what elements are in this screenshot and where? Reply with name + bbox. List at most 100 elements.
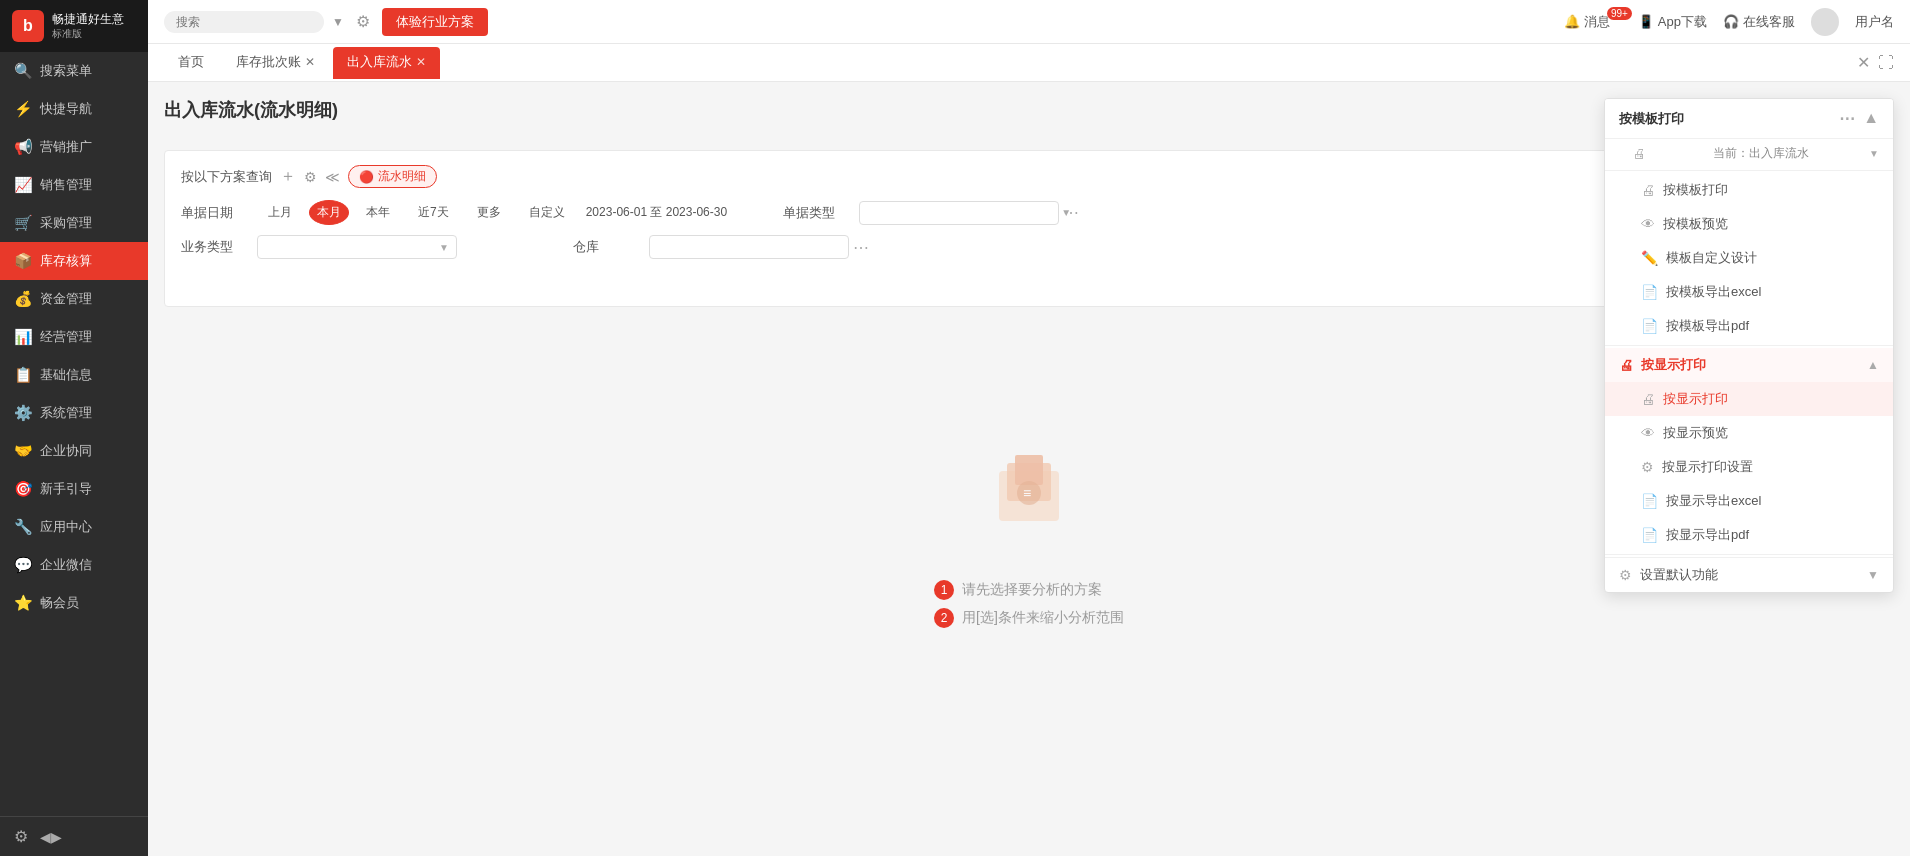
date-prev-month-button[interactable]: 上月 — [257, 200, 303, 225]
date-7days-button[interactable]: 近7天 — [407, 200, 460, 225]
online-service-button[interactable]: 🎧 在线客服 — [1723, 13, 1795, 31]
date-current-month-button[interactable]: 本月 — [309, 200, 349, 225]
sidebar-item-guide[interactable]: 🎯 新手引导 — [0, 470, 148, 508]
topbar-right: 🔔 消息 99+ 📱 App下载 🎧 在线客服 用户名 — [1564, 8, 1894, 36]
search-dropdown-icon[interactable]: ▼ — [332, 15, 344, 29]
tabbar-expand-icon[interactable]: ⛶ — [1878, 54, 1894, 72]
dropdown-item-display-print[interactable]: 🖨 按显示打印 — [1605, 382, 1893, 416]
dropdown-item-template-custom[interactable]: ✏️ 模板自定义设计 — [1605, 241, 1893, 275]
tabbar-close-all-icon[interactable]: ✕ — [1857, 53, 1870, 72]
dropdown-item-template-preview[interactable]: 👁 按模板预览 — [1605, 207, 1893, 241]
filter-doc-type-select[interactable] — [859, 201, 1059, 225]
page-content: 出入库流水(流水明细) 🖨 按模板打印 ▲ | 📤 导出 | 🔄 — [148, 82, 1910, 856]
divider-1 — [1605, 170, 1893, 171]
sidebar-nav: 🔍 搜索菜单 ⚡ 快捷导航 📢 营销推广 📈 销售管理 🛒 采购管理 📦 库存核… — [0, 52, 148, 816]
sidebar-item-system[interactable]: ⚙️ 系统管理 — [0, 394, 148, 432]
dropdown-item-template-excel[interactable]: 📄 按模板导出excel — [1605, 275, 1893, 309]
sidebar-item-member[interactable]: ⭐ 畅会员 — [0, 584, 148, 622]
dropdown-footer-item[interactable]: ⚙ 设置默认功能 ▼ — [1605, 557, 1893, 592]
dropdown-display-section-header[interactable]: 🖨 按显示打印 ▲ — [1605, 348, 1893, 382]
doc-type-more-icon[interactable]: ⋯ — [1063, 203, 1079, 222]
app-download-button[interactable]: 📱 App下载 — [1638, 13, 1707, 31]
topbar: ▼ ⚙ 体验行业方案 🔔 消息 99+ 📱 App下载 🎧 在线客服 用户名 — [148, 0, 1910, 44]
filter-add-button[interactable]: ＋ — [280, 166, 296, 187]
sidebar-item-quick-nav[interactable]: ⚡ 快捷导航 — [0, 90, 148, 128]
page-title: 出入库流水(流水明细) — [164, 98, 338, 122]
display-section-arrow: ▲ — [1867, 358, 1879, 372]
message-button[interactable]: 🔔 消息 99+ — [1564, 13, 1622, 31]
filter-settings-icon[interactable]: ⚙ — [304, 169, 317, 185]
topbar-settings-icon[interactable]: ⚙ — [356, 12, 370, 31]
empty-step-1: 1 请先选择要分析的方案 — [934, 580, 1124, 600]
dropdown-item-display-pdf[interactable]: 📄 按显示导出pdf — [1605, 518, 1893, 552]
marketing-icon: 📢 — [14, 138, 32, 156]
tab-home[interactable]: 首页 — [164, 47, 218, 79]
dropdown-close-icon[interactable]: ▲ — [1863, 109, 1879, 128]
dropdown-more-icon[interactable]: ⋯ — [1839, 109, 1855, 128]
tab-flow[interactable]: 出入库流水 ✕ — [333, 47, 440, 79]
sidebar-settings-icon[interactable]: ⚙ — [14, 827, 28, 846]
step-1-num: 1 — [934, 580, 954, 600]
sidebar-item-apps[interactable]: 🔧 应用中心 — [0, 508, 148, 546]
tab-batch-label: 库存批次账 — [236, 54, 301, 69]
sidebar-collapse-icon[interactable]: ◀▶ — [40, 829, 62, 845]
dropdown-item-display-preview[interactable]: 👁 按显示预览 — [1605, 416, 1893, 450]
filter-warehouse-select[interactable] — [649, 235, 849, 259]
template-pdf-label: 按模板导出pdf — [1666, 317, 1749, 335]
sidebar-item-sales[interactable]: 📈 销售管理 — [0, 166, 148, 204]
date-custom-button[interactable]: 自定义 — [518, 200, 576, 225]
filter-date-label: 单据日期 — [181, 204, 241, 222]
industry-solution-button[interactable]: 体验行业方案 — [382, 8, 488, 36]
step-1-text: 请先选择要分析的方案 — [962, 581, 1102, 599]
date-more-button[interactable]: 更多 — [466, 200, 512, 225]
wechat-icon: 💬 — [14, 556, 32, 574]
user-avatar[interactable] — [1811, 8, 1839, 36]
sidebar-item-operations[interactable]: 📊 经营管理 — [0, 318, 148, 356]
sidebar-item-wechat[interactable]: 💬 企业微信 — [0, 546, 148, 584]
member-icon: ⭐ — [14, 594, 32, 612]
footer-arrow: ▼ — [1867, 568, 1879, 582]
dropdown-item-display-settings[interactable]: ⚙ 按显示打印设置 — [1605, 450, 1893, 484]
sales-icon: 📈 — [14, 176, 32, 194]
display-section-icon: 🖨 — [1619, 357, 1633, 373]
dropdown-item-display-excel[interactable]: 📄 按显示导出excel — [1605, 484, 1893, 518]
search-input[interactable] — [164, 11, 324, 33]
sidebar-item-finance[interactable]: 💰 资金管理 — [0, 280, 148, 318]
date-year-button[interactable]: 本年 — [355, 200, 401, 225]
dropdown-current-section[interactable]: 🖨 当前：出入库流水 ▼ — [1605, 139, 1893, 168]
dropdown-item-template-pdf[interactable]: 📄 按模板导出pdf — [1605, 309, 1893, 343]
template-pdf-icon: 📄 — [1641, 318, 1658, 334]
display-excel-icon: 📄 — [1641, 493, 1658, 509]
svg-text:≡: ≡ — [1023, 485, 1031, 501]
dropdown-item-template-print[interactable]: 🖨 按模板打印 — [1605, 173, 1893, 207]
tabbar: 首页 库存批次账 ✕ 出入库流水 ✕ ✕ ⛶ — [148, 44, 1910, 82]
filter-collapse-icon[interactable]: ≪ — [325, 169, 340, 185]
sidebar-item-search[interactable]: 🔍 搜索菜单 — [0, 52, 148, 90]
divider-2 — [1605, 345, 1893, 346]
sidebar-item-purchase[interactable]: 🛒 采购管理 — [0, 204, 148, 242]
filter-tag-dot-icon: 🔴 — [359, 170, 374, 184]
filter-warehouse-wrap: ⋯ — [649, 235, 869, 259]
filter-business-select[interactable] — [257, 235, 457, 259]
warehouse-more-icon[interactable]: ⋯ — [853, 238, 869, 257]
basic-icon: 📋 — [14, 366, 32, 384]
template-print-label: 按模板打印 — [1663, 181, 1728, 199]
tab-flow-label: 出入库流水 — [347, 53, 412, 71]
sidebar-item-collab[interactable]: 🤝 企业协同 — [0, 432, 148, 470]
filter-date-range: 2023-06-01 至 2023-06-30 — [586, 204, 727, 221]
tab-flow-close-icon[interactable]: ✕ — [416, 55, 426, 69]
tab-batch[interactable]: 库存批次账 ✕ — [222, 47, 329, 79]
sidebar-item-marketing[interactable]: 📢 营销推广 — [0, 128, 148, 166]
filter-tag[interactable]: 🔴 流水明细 — [348, 165, 437, 188]
search-icon: 🔍 — [14, 62, 32, 80]
template-preview-label: 按模板预览 — [1663, 215, 1728, 233]
filter-tag-label: 流水明细 — [378, 168, 426, 185]
sidebar-item-basic[interactable]: 📋 基础信息 — [0, 356, 148, 394]
tab-batch-close-icon[interactable]: ✕ — [305, 55, 315, 69]
quick-nav-icon: ⚡ — [14, 100, 32, 118]
main-area: ▼ ⚙ 体验行业方案 🔔 消息 99+ 📱 App下载 🎧 在线客服 用户名 首… — [148, 0, 1910, 856]
sidebar-item-inventory[interactable]: 📦 库存核算 — [0, 242, 148, 280]
display-preview-label: 按显示预览 — [1663, 424, 1728, 442]
dropdown-header-icons: ⋯ ▲ — [1839, 109, 1879, 128]
footer-settings-icon: ⚙ — [1619, 567, 1632, 583]
